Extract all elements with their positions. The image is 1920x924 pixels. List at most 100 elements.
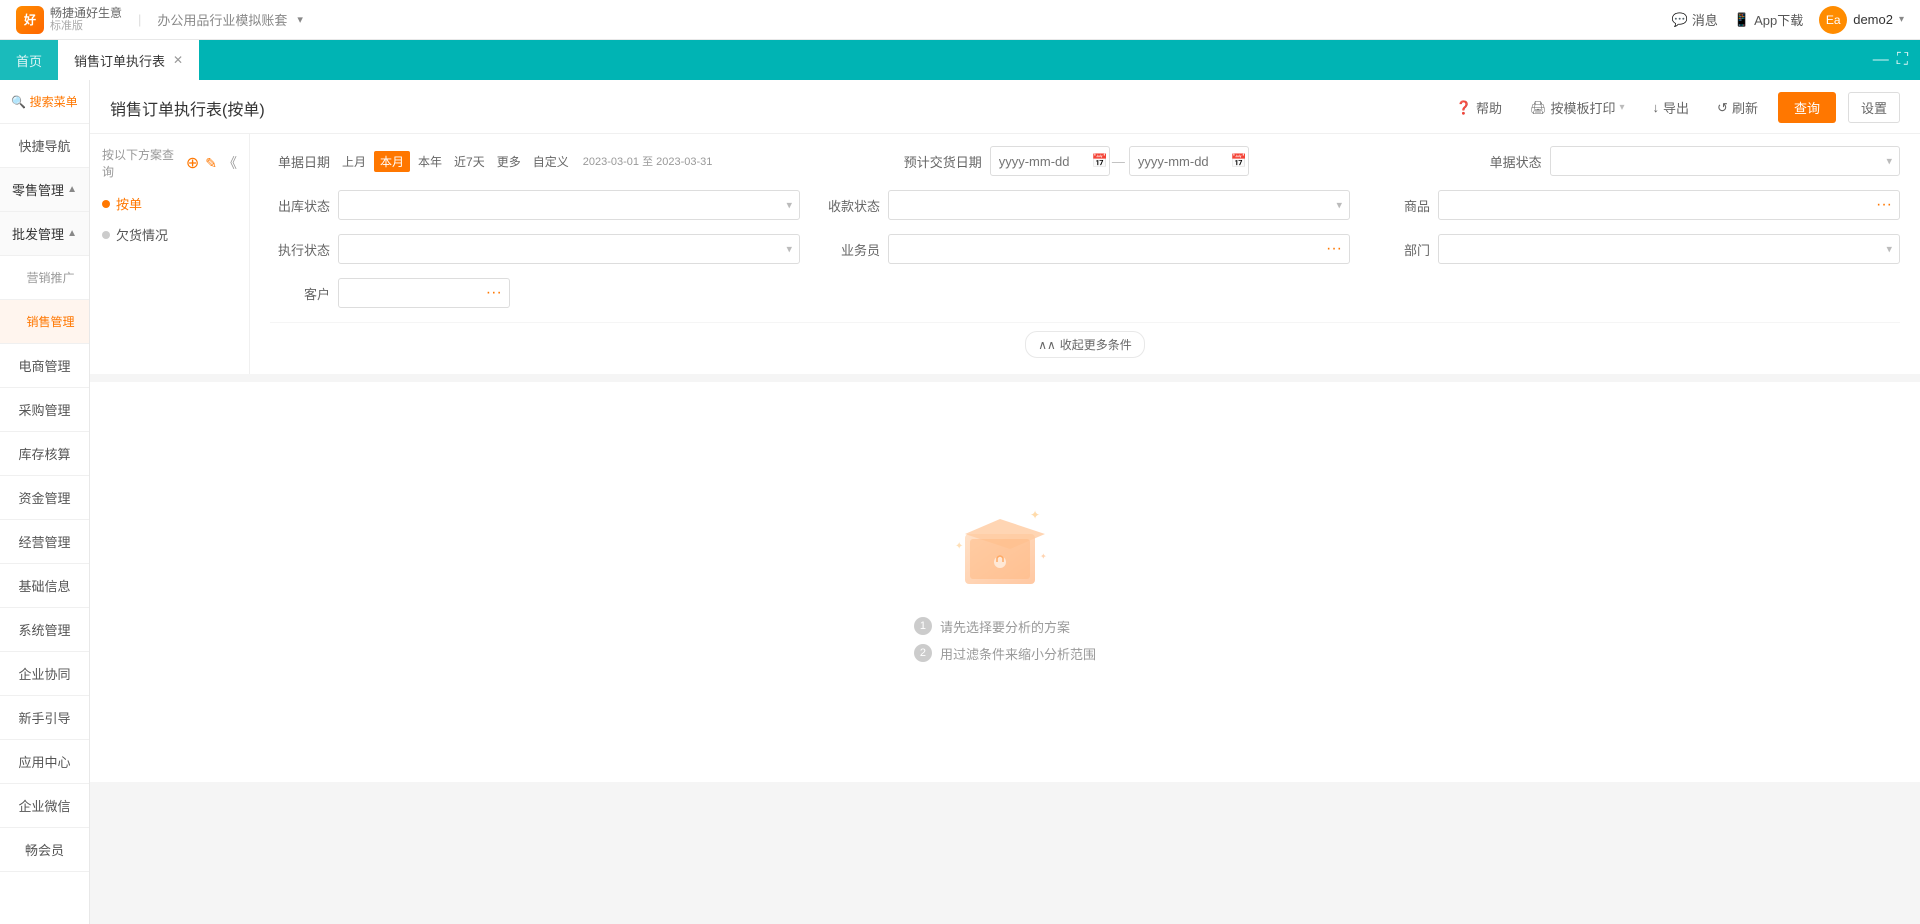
sidebar-item-wechat[interactable]: 企业微信 — [0, 784, 89, 828]
tab-home[interactable]: 首页 — [0, 40, 58, 80]
page-header-actions: ❓ 帮助 🖨 按模板打印 ▾ ↓ 导出 ↺ 刷新 查询 设置 — [1448, 92, 1900, 123]
filter-field-expected-date: 预计交货日期 📅 — 📅 — [904, 146, 1462, 176]
wholesale-arrow-icon: ▲ — [67, 228, 77, 239]
tab-fullscreen-icon[interactable]: ⛶ — [1897, 51, 1908, 69]
sidebar-item-member[interactable]: 畅会员 — [0, 828, 89, 872]
filter-form: 单据日期 上月 本月 本年 近7天 更多 自定义 20 — [250, 134, 1920, 374]
tab-minimize-icon[interactable]: — — [1873, 51, 1889, 69]
empty-state-illustration: ✦ ✦ ✦ — [945, 494, 1065, 597]
expected-date-from-input[interactable] — [990, 146, 1110, 176]
delivery-select[interactable] — [338, 190, 800, 220]
retail-arrow-icon: ▲ — [67, 184, 77, 195]
empty-step-1: 1 请先选择要分析的方案 — [914, 617, 1096, 636]
sidebar-search[interactable]: 🔍 搜索菜单 — [0, 80, 89, 124]
filter-field-delivery: 出库状态 ▾ — [270, 190, 800, 220]
scheme-panel: 按以下方案查询 ⊕ ✎ 《 按单 欠货情况 — [90, 134, 250, 374]
salesperson-input[interactable] — [888, 234, 1350, 264]
sidebar-item-ecommerce[interactable]: 电商管理 — [0, 344, 89, 388]
refresh-btn[interactable]: ↺ 刷新 — [1709, 94, 1766, 121]
help-btn[interactable]: ❓ 帮助 — [1448, 94, 1510, 121]
scheme-collapse-btn[interactable]: 《 — [223, 153, 237, 173]
sidebar-item-management[interactable]: 经营管理 — [0, 520, 89, 564]
content-area: 销售订单执行表(按单) ❓ 帮助 🖨 按模板打印 ▾ ↓ 导出 ↺ 刷新 — [90, 80, 1920, 924]
sidebar-item-wholesale[interactable]: 批发管理 ▲ — [0, 212, 89, 256]
dept-select-wrap: ▾ — [1438, 234, 1900, 264]
expected-date-label: 预计交货日期 — [904, 152, 982, 171]
tab-sales-execution[interactable]: 销售订单执行表 ✕ — [58, 40, 199, 80]
nav-title-dropdown-icon[interactable]: ▾ — [297, 13, 303, 26]
logo-area: 好 畅捷通好生意 标准版 — [16, 6, 122, 34]
collection-select[interactable] — [888, 190, 1350, 220]
date-tab-custom[interactable]: 自定义 — [529, 151, 573, 172]
customer-dots-icon[interactable]: ··· — [486, 284, 502, 302]
sidebar-item-marketing[interactable]: 营销推广 — [0, 256, 89, 300]
page-title: 销售订单执行表(按单) — [110, 96, 265, 120]
scheme-item-shortage[interactable]: 欠货情况 — [90, 219, 249, 250]
empty-steps: 1 请先选择要分析的方案 2 用过滤条件来缩小分析范围 — [914, 617, 1096, 671]
customer-label: 客户 — [270, 284, 330, 303]
filter-row-4: 客户 ··· — [270, 278, 1900, 308]
sidebar-item-basic[interactable]: 基础信息 — [0, 564, 89, 608]
print-icon: 🖨 — [1530, 100, 1547, 116]
sidebar-item-purchase[interactable]: 采购管理 — [0, 388, 89, 432]
sidebar-item-guide[interactable]: 新手引导 — [0, 696, 89, 740]
step-2-number: 2 — [914, 644, 932, 662]
export-btn[interactable]: ↓ 导出 — [1645, 94, 1698, 121]
tab-bar: 首页 销售订单执行表 ✕ — ⛶ — [0, 40, 1920, 80]
dept-select[interactable] — [1438, 234, 1900, 264]
date-tab-this-month[interactable]: 本月 — [374, 151, 410, 172]
sidebar-item-enterprise[interactable]: 企业协同 — [0, 652, 89, 696]
settings-button[interactable]: 设置 — [1848, 92, 1900, 123]
exec-status-label: 执行状态 — [270, 240, 330, 259]
expected-date-to-input[interactable] — [1129, 146, 1249, 176]
scheme-edit-btn[interactable]: ✎ — [205, 155, 217, 172]
filter-field-date: 单据日期 上月 本月 本年 近7天 更多 自定义 20 — [270, 151, 884, 172]
nav-title: 办公用品行业模拟账套 — [157, 10, 287, 29]
date-tab-7days[interactable]: 近7天 — [450, 151, 489, 172]
empty-box-svg: ✦ ✦ ✦ — [945, 494, 1065, 594]
sidebar-quick-nav[interactable]: 快捷导航 — [0, 124, 89, 168]
scheme-item-by-order[interactable]: 按单 — [90, 188, 249, 219]
tab-close-icon[interactable]: ✕ — [173, 53, 183, 67]
collapse-up-icon: ∧∧ — [1038, 338, 1056, 352]
filter-panel: 按以下方案查询 ⊕ ✎ 《 按单 欠货情况 — [90, 134, 1920, 374]
user-area[interactable]: Ea demo2 ▾ — [1819, 6, 1904, 34]
customer-input[interactable] — [338, 278, 510, 308]
product-input[interactable] — [1438, 190, 1900, 220]
sidebar-item-system[interactable]: 系统管理 — [0, 608, 89, 652]
svg-text:✦: ✦ — [1040, 552, 1047, 561]
sidebar-item-retail[interactable]: 零售管理 ▲ — [0, 168, 89, 212]
sidebar-item-inventory[interactable]: 库存核算 — [0, 432, 89, 476]
query-button[interactable]: 查询 — [1778, 92, 1836, 123]
collapse-btn[interactable]: ∧∧ 收起更多条件 — [1025, 331, 1145, 358]
logo-icon: 好 — [16, 6, 44, 34]
doc-status-label: 单据状态 — [1482, 152, 1542, 171]
message-btn[interactable]: 💬 消息 — [1672, 10, 1718, 29]
date-tab-more[interactable]: 更多 — [493, 151, 525, 172]
svg-text:✦: ✦ — [1030, 508, 1040, 522]
salesperson-input-wrap: ··· — [888, 234, 1350, 264]
date-tabs: 上月 本月 本年 近7天 更多 自定义 — [338, 151, 573, 172]
product-dots-icon[interactable]: ··· — [1876, 196, 1892, 214]
filter-row-1: 单据日期 上月 本月 本年 近7天 更多 自定义 20 — [270, 146, 1900, 176]
print-btn[interactable]: 🖨 按模板打印 ▾ — [1522, 94, 1633, 121]
date-tab-this-year[interactable]: 本年 — [414, 151, 446, 172]
page-header: 销售订单执行表(按单) ❓ 帮助 🖨 按模板打印 ▾ ↓ 导出 ↺ 刷新 — [90, 80, 1920, 134]
top-bar-right: 💬 消息 📱 App下载 Ea demo2 ▾ — [1672, 6, 1904, 34]
filter-field-collection: 收款状态 ▾ — [820, 190, 1350, 220]
filter-field-exec-status: 执行状态 ▾ — [270, 234, 800, 264]
doc-status-select[interactable] — [1550, 146, 1900, 176]
salesperson-dots-icon[interactable]: ··· — [1326, 240, 1342, 258]
scheme-add-btn[interactable]: ⊕ — [186, 153, 199, 173]
sidebar-item-apps[interactable]: 应用中心 — [0, 740, 89, 784]
delivery-select-wrap: ▾ — [338, 190, 800, 220]
date-tab-last-month[interactable]: 上月 — [338, 151, 370, 172]
scheme-dot-active — [102, 200, 110, 208]
app-download-btn[interactable]: 📱 App下载 — [1734, 10, 1803, 29]
avatar: Ea — [1819, 6, 1847, 34]
exec-status-select[interactable] — [338, 234, 800, 264]
sidebar-item-finance[interactable]: 资金管理 — [0, 476, 89, 520]
product-input-wrap: ··· — [1438, 190, 1900, 220]
sidebar-item-sales[interactable]: 销售管理 — [0, 300, 89, 344]
sidebar: 🔍 搜索菜单 快捷导航 零售管理 ▲ 批发管理 ▲ 营销推广 销售管理 电商管理… — [0, 80, 90, 924]
